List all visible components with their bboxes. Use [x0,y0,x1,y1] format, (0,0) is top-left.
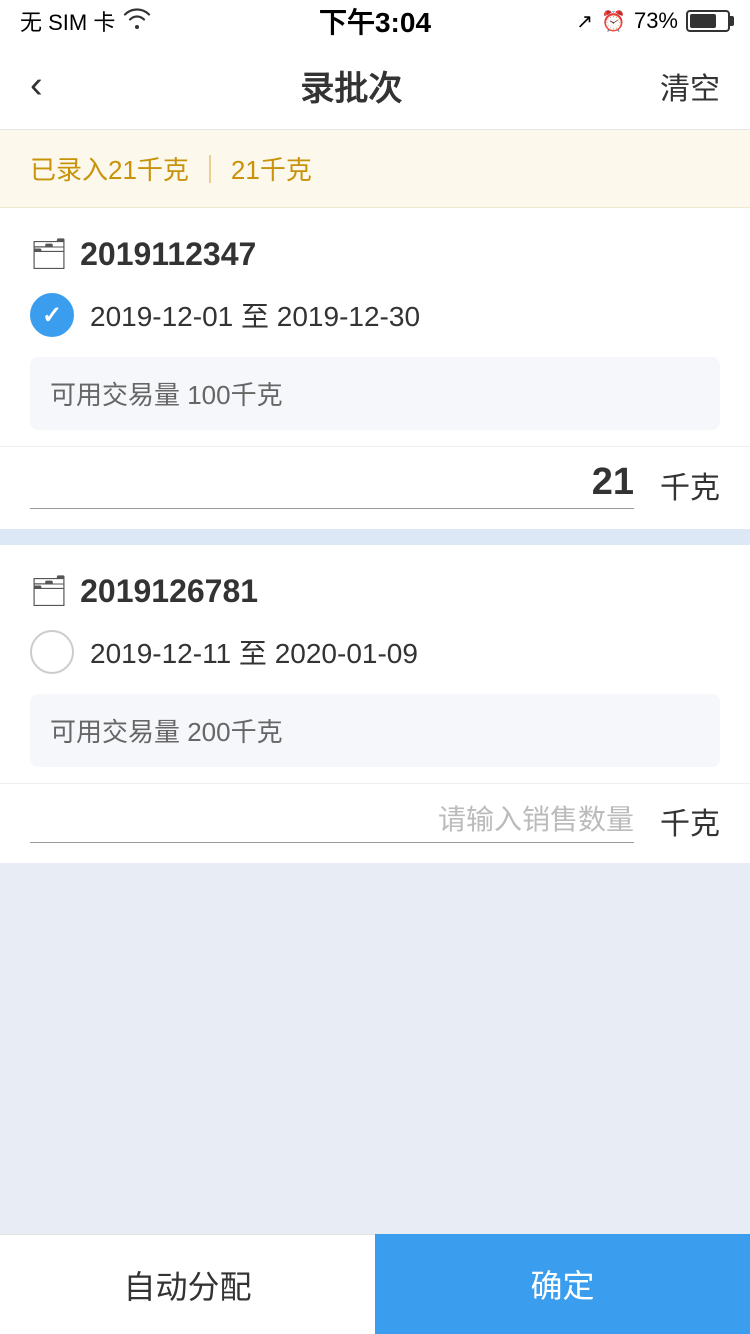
quantity-unit-2: 千克 [660,799,720,843]
batch-id-2: 2019126781 [80,573,258,610]
status-left: 无 SIM 卡 [20,5,151,37]
footer-bar: 自动分配 确定 [0,1234,750,1334]
banner-divider [209,155,211,183]
quantity-value-1: 21 [554,461,634,504]
battery-percent: 73% [634,8,678,34]
status-right: ↗ ⏰ 73% [576,8,730,34]
page-title: 录批次 [300,61,402,110]
batch-card-2: 🗂 2019126781 2019-12-11 至 2020-01-09 可用交… [0,545,750,863]
empty-area [0,863,750,1283]
wifi-icon [123,7,151,35]
alarm-icon: ⏰ [601,9,626,34]
confirm-button[interactable]: 确定 [375,1234,750,1334]
location-icon: ↗ [576,9,593,34]
back-button[interactable]: ‹ [30,64,43,107]
recorded-label: 已录入21千克 [30,150,189,187]
auto-distribute-button[interactable]: 自动分配 [0,1234,375,1334]
batch-date-2: 2019-12-11 至 2020-01-09 [90,632,418,672]
radio-button-1[interactable]: ✓ [30,293,74,337]
quantity-row-1: 21 千克 [0,446,750,529]
batch-date-1: 2019-12-01 至 2019-12-30 [90,295,420,335]
quantity-input-area-2[interactable]: 请输入销售数量 [30,798,634,843]
total-label: 21千克 [231,150,312,187]
battery-icon [686,10,730,32]
nav-bar: ‹ 录批次 清空 [0,42,750,130]
batch-id-1: 2019112347 [80,236,256,273]
batch-card-1: 🗂 2019112347 ✓ 2019-12-01 至 2019-12-30 可… [0,208,750,529]
batch-available-2: 可用交易量 200千克 [30,694,720,767]
batch-available-1: 可用交易量 100千克 [30,357,720,430]
quantity-underline-1: 21 [30,461,634,509]
quantity-placeholder-2: 请输入销售数量 [30,798,634,838]
batch-date-row-1[interactable]: ✓ 2019-12-01 至 2019-12-30 [0,283,750,347]
time-display: 下午3:04 [319,1,431,41]
doc-icon-1: 🗂 [30,237,68,272]
section-divider [0,529,750,545]
batch-header-1: 🗂 2019112347 [0,208,750,283]
batch-header-2: 🗂 2019126781 [0,545,750,620]
carrier-label: 无 SIM 卡 [20,5,115,37]
radio-button-2[interactable] [30,630,74,674]
batch-date-row-2[interactable]: 2019-12-11 至 2020-01-09 [0,620,750,684]
clear-button[interactable]: 清空 [660,64,720,108]
info-banner: 已录入21千克 21千克 [0,130,750,208]
check-icon-1: ✓ [42,301,62,330]
quantity-row-2[interactable]: 请输入销售数量 千克 [0,783,750,863]
quantity-unit-1: 千克 [660,463,720,507]
doc-icon-2: 🗂 [30,574,68,609]
status-bar: 无 SIM 卡 下午3:04 ↗ ⏰ 73% [0,0,750,42]
